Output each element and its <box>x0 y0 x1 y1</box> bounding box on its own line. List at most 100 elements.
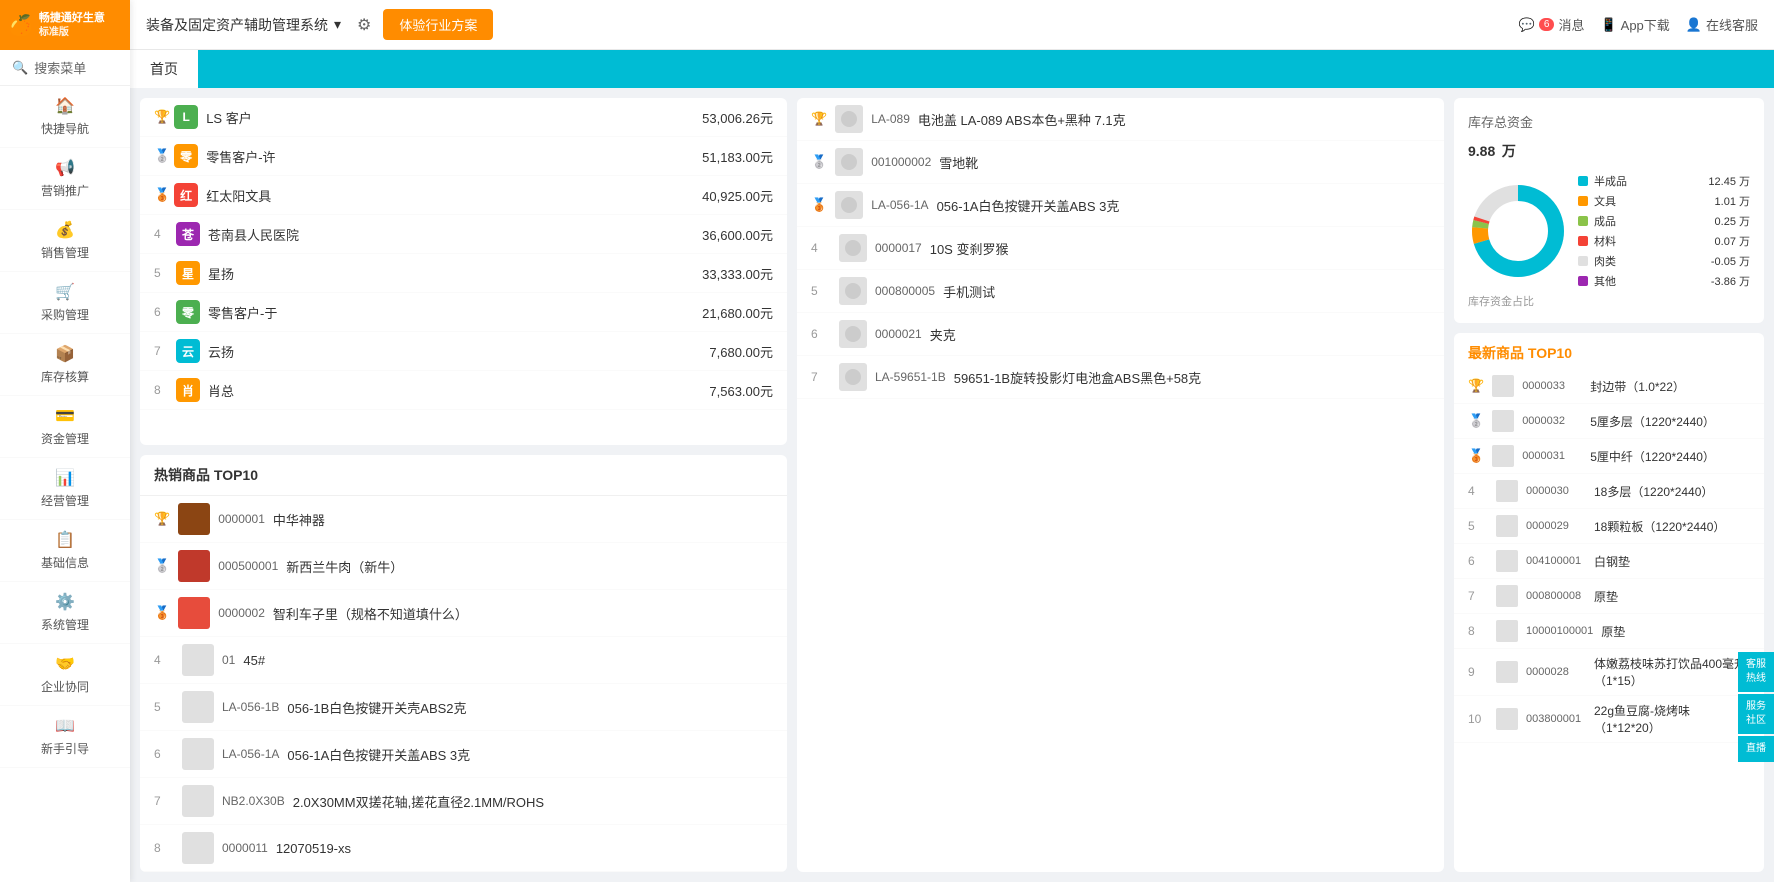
inventory-value: 9.88 万 <box>1468 135 1750 163</box>
hot-prod-code-1: 0000001 <box>218 512 265 526</box>
new-prod-row-2: 🥈 0000032 5厘多层（1220*2440） <box>1454 404 1764 439</box>
content-area: 🏆 L LS 客户 53,006.26元 🥈 零 零售客户-许 51,183.0… <box>130 88 1774 882</box>
new-products-header: 最新商品 TOP10 <box>1454 333 1764 369</box>
legend-val-4: -0.05 万 <box>1711 253 1750 269</box>
sidebar-item-label: 系统管理 <box>41 616 89 633</box>
legend-label-1: 文具 <box>1594 193 1709 209</box>
hot-prod-row-7: 7 NB2.0X30B 2.0X30MM双搓花轴,搓花直径2.1MM/ROHS <box>140 778 787 825</box>
customer-row-4: 4 苍 苍南县人民医院 36,600.00元 <box>140 215 787 254</box>
hot-prod-row-8: 8 0000011 12070519-xs <box>140 825 787 872</box>
tab-home[interactable]: 首页 <box>130 50 198 88</box>
customer-value-3: 40,925.00元 <box>702 186 773 205</box>
new-prod-name-2: 5厘多层（1220*2440） <box>1590 413 1750 430</box>
message-label: 消息 <box>1558 15 1584 34</box>
sidebar-item-base[interactable]: 📋 基础信息 <box>0 520 130 582</box>
hot-prod-row-1: 🏆 0000001 中华神器 <box>140 496 787 543</box>
base-icon: 📋 <box>55 530 75 550</box>
new-prod-name-5: 18颗粒板（1220*2440） <box>1594 518 1750 535</box>
hot-prod-thumb-6 <box>182 738 214 770</box>
legend-item-finished: 成品 0.25 万 <box>1578 213 1750 229</box>
new-prod-code-4: 0000030 <box>1526 485 1586 497</box>
sale-prod-code-3: LA-056-1A <box>871 198 928 212</box>
legend-val-5: -3.86 万 <box>1711 273 1750 289</box>
sale-prod-code-7: LA-59651-1B <box>875 370 946 384</box>
hot-prod-name-4: 45# <box>243 653 773 668</box>
sale-prod-code-6: 0000021 <box>875 327 922 341</box>
sidebar-item-purchase[interactable]: 🛒 采购管理 <box>0 272 130 334</box>
customer-badge-5: 星 <box>176 261 200 285</box>
legend-item-material: 材料 0.07 万 <box>1578 233 1750 249</box>
sale-prod-code-2: 001000002 <box>871 155 931 169</box>
inventory-card: 库存总资金 9.88 万 <box>1454 98 1764 323</box>
customer-value-5: 33,333.00元 <box>702 264 773 283</box>
sidebar-item-collab[interactable]: 🤝 企业协同 <box>0 644 130 706</box>
new-prod-row-7: 7 000800008 原垫 <box>1454 579 1764 614</box>
sale-prod-row-3: 🥉 LA-056-1A 056-1A白色按键开关盖ABS 3克 <box>797 184 1444 227</box>
new-prod-code-1: 0000033 <box>1522 380 1582 392</box>
sidebar-item-label: 库存核算 <box>41 368 89 385</box>
float-community-btn[interactable]: 服务社区 <box>1738 694 1774 734</box>
sidebar-search[interactable]: 🔍 搜索菜单 <box>0 50 130 86</box>
hot-prod-row-2: 🥈 000500001 新西兰牛肉（新牛） <box>140 543 787 590</box>
sidebar-item-inventory[interactable]: 📦 库存核算 <box>0 334 130 396</box>
sidebar-item-sales[interactable]: 💰 销售管理 <box>0 210 130 272</box>
sale-prod-code-4: 0000017 <box>875 241 922 255</box>
message-button[interactable]: 💬 6 消息 <box>1519 15 1585 34</box>
sidebar-search-label: 搜索菜单 <box>34 58 86 77</box>
float-customer-service-btn[interactable]: 客服热线 <box>1738 652 1774 692</box>
sidebar-item-guide[interactable]: 📖 新手引导 <box>0 706 130 768</box>
inventory-chart-area: 半成品 12.45 万 文具 1.01 万 成品 0 <box>1468 173 1750 289</box>
new-prod-name-10: 22g鱼豆腐-烧烤味（1*12*20） <box>1594 702 1750 736</box>
float-live-btn[interactable]: 直播 <box>1738 736 1774 762</box>
legend-val-0: 12.45 万 <box>1708 173 1750 189</box>
hot-prod-thumb-2 <box>178 550 210 582</box>
customer-badge-1: L <box>174 105 198 129</box>
new-prod-name-8: 原垫 <box>1601 623 1750 640</box>
new-prod-name-7: 原垫 <box>1594 588 1750 605</box>
phone-icon: 📱 <box>1600 17 1616 33</box>
app-download-button[interactable]: 📱 App下载 <box>1600 15 1669 34</box>
tab-label: 首页 <box>150 59 178 79</box>
new-prod-row-4: 4 0000030 18多层（1220*2440） <box>1454 474 1764 509</box>
sale-prod-name-3: 056-1A白色按键开关盖ABS 3克 <box>937 196 1430 215</box>
trophy-icon-sale: 🏆 <box>811 111 827 127</box>
sale-prod-row-2: 🥈 001000002 雪地靴 <box>797 141 1444 184</box>
new-prod-code-3: 0000031 <box>1522 450 1582 462</box>
system-selector[interactable]: 装备及固定资产辅助管理系统 ▾ <box>146 15 341 35</box>
hot-prod-name-6: 056-1A白色按键开关盖ABS 3克 <box>287 745 773 764</box>
new-prod-row-3: 🥉 0000031 5厘中纤（1220*2440） <box>1454 439 1764 474</box>
hot-prod-code-5: LA-056-1B <box>222 700 279 714</box>
float-service: 客服热线 服务社区 直播 <box>1738 652 1774 762</box>
new-prod-row-1: 🏆 0000033 封边带（1.0*22） <box>1454 369 1764 404</box>
online-service-button[interactable]: 👤 在线客服 <box>1686 15 1758 34</box>
hot-prod-thumb-4 <box>182 644 214 676</box>
gear-icon[interactable]: ⚙ <box>357 15 371 35</box>
new-prod-code-6: 004100001 <box>1526 555 1586 567</box>
hot-prod-thumb-1 <box>178 503 210 535</box>
new-prod-name-4: 18多层（1220*2440） <box>1594 483 1750 500</box>
sidebar-item-system[interactable]: ⚙️ 系统管理 <box>0 582 130 644</box>
sidebar-item-marketing[interactable]: 📢 营销推广 <box>0 148 130 210</box>
trial-button[interactable]: 体验行业方案 <box>383 9 493 40</box>
customer-name-7: 云扬 <box>208 342 709 361</box>
customer-name-8: 肖总 <box>208 381 709 400</box>
sidebar-item-home[interactable]: 🏠 快捷导航 <box>0 86 130 148</box>
customer-value-6: 21,680.00元 <box>702 303 773 322</box>
legend-label-4: 肉类 <box>1594 253 1705 269</box>
logo-title: 畅捷通好生意 <box>39 11 105 25</box>
sidebar-item-label: 新手引导 <box>41 740 89 757</box>
sidebar-item-finance[interactable]: 💳 资金管理 <box>0 396 130 458</box>
bronze-icon-3: 🥉 <box>154 187 170 203</box>
sidebar-item-label: 销售管理 <box>41 244 89 261</box>
customer-name-2: 零售客户-许 <box>206 147 702 166</box>
sidebar-item-operations[interactable]: 📊 经营管理 <box>0 458 130 520</box>
sale-prod-code-5: 000800005 <box>875 284 935 298</box>
chevron-down-icon: ▾ <box>334 16 341 33</box>
legend-color-semifinished <box>1578 176 1588 186</box>
new-prod-row-10: 10 003800001 22g鱼豆腐-烧烤味（1*12*20） <box>1454 696 1764 743</box>
customer-name-1: LS 客户 <box>206 108 702 127</box>
sidebar-item-label: 基础信息 <box>41 554 89 571</box>
customer-row-3: 🥉 红 红太阳文具 40,925.00元 <box>140 176 787 215</box>
hot-prod-name-5: 056-1B白色按键开关壳ABS2克 <box>287 698 773 717</box>
sale-prod-row-6: 6 0000021 夹克 <box>797 313 1444 356</box>
